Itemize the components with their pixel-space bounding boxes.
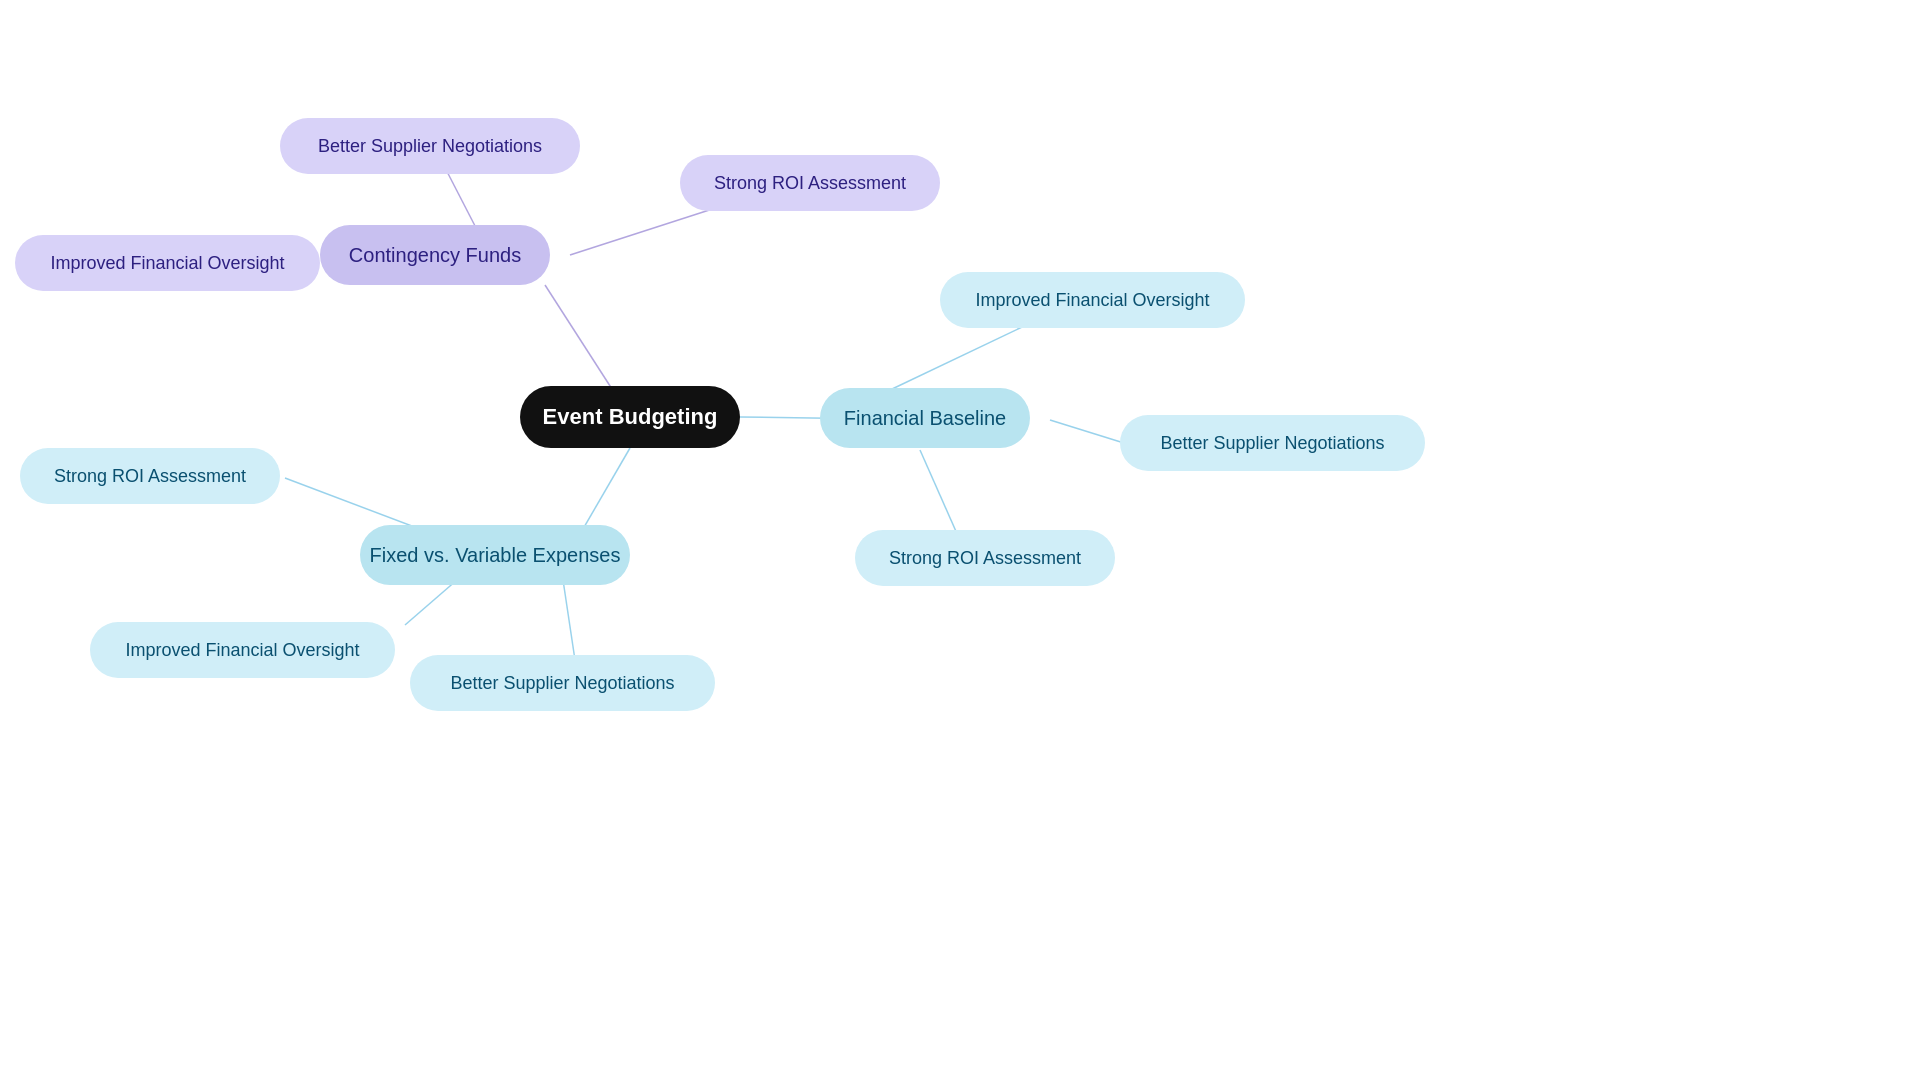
contingency-funds-node[interactable]: Contingency Funds [320, 225, 550, 285]
left-strong-roi-node[interactable]: Strong ROI Assessment [20, 448, 280, 504]
blue-improved-fin-node[interactable]: Improved Financial Oversight [940, 272, 1245, 328]
purple-strong-roi-node[interactable]: Strong ROI Assessment [680, 155, 940, 211]
blue-strong-roi-node[interactable]: Strong ROI Assessment [855, 530, 1115, 586]
financial-baseline-node[interactable]: Financial Baseline [820, 388, 1030, 448]
fixed-variable-node[interactable]: Fixed vs. Variable Expenses [360, 525, 630, 585]
left-better-supplier-node[interactable]: Better Supplier Negotiations [410, 655, 715, 711]
purple-better-supplier-node[interactable]: Better Supplier Negotiations [280, 118, 580, 174]
blue-better-supplier-node[interactable]: Better Supplier Negotiations [1120, 415, 1425, 471]
left-improved-fin-node[interactable]: Improved Financial Oversight [90, 622, 395, 678]
purple-improved-fin-node[interactable]: Improved Financial Oversight [15, 235, 320, 291]
center-node[interactable]: Event Budgeting [520, 386, 740, 448]
